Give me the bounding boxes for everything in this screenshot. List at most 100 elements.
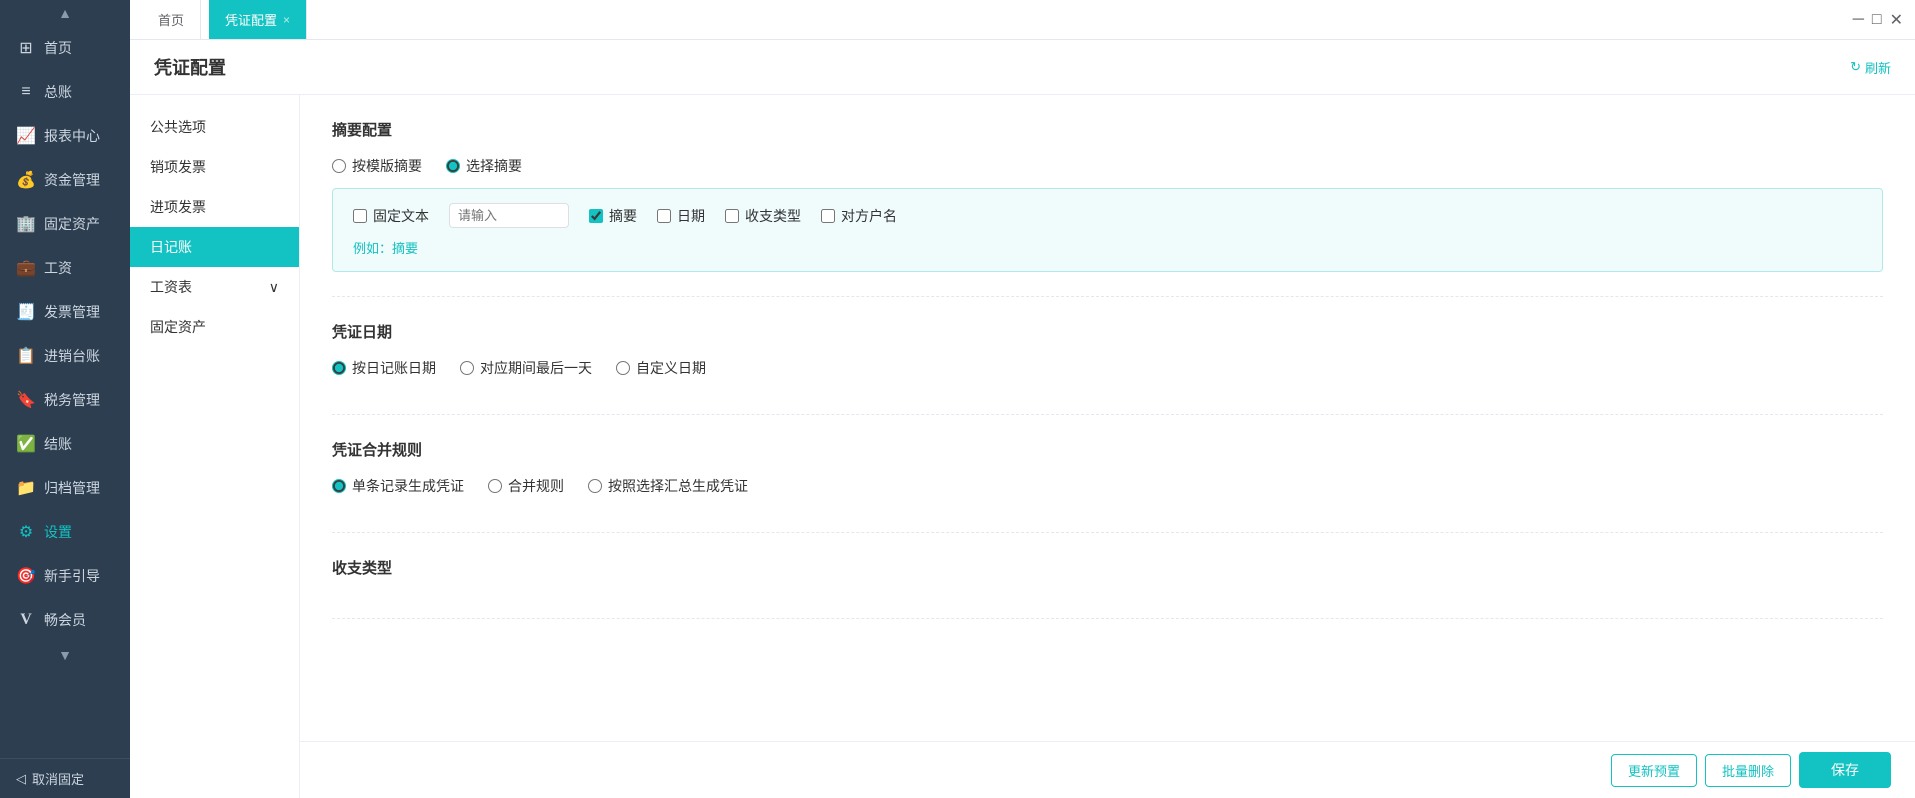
- fund-icon: 💰: [16, 170, 36, 190]
- summary-radio-group: 按模版摘要 选择摘要: [332, 156, 1883, 176]
- ledger-icon: ≡: [16, 83, 36, 101]
- income-type-section: 收支类型: [332, 557, 1883, 619]
- unpin-button[interactable]: ◁ 取消固定: [0, 758, 130, 798]
- sidebar-item-home[interactable]: ⊞ 首页: [0, 26, 130, 70]
- refresh-button[interactable]: ↻ 刷新: [1850, 58, 1891, 77]
- tab-voucher-config[interactable]: 凭证配置 ×: [209, 0, 307, 39]
- select-summary-radio[interactable]: 选择摘要: [446, 156, 522, 176]
- summary-checkbox[interactable]: 摘要: [589, 206, 637, 226]
- sidebar-scroll-down[interactable]: ▼: [0, 642, 130, 668]
- refresh-icon: ↻: [1850, 59, 1861, 75]
- voucher-date-section: 凭证日期 按日记账日期 对应期间最后一天 自定义日期: [332, 321, 1883, 415]
- merge-rule-option-input[interactable]: [488, 479, 502, 493]
- single-record-radio[interactable]: 单条记录生成凭证: [332, 476, 464, 496]
- income-type-checkbox[interactable]: 收支类型: [725, 206, 801, 226]
- date-cb-input[interactable]: [657, 209, 671, 223]
- summary-checkboxes: 固定文本 摘要 日期 收支类型: [353, 203, 1862, 228]
- save-button[interactable]: 保存: [1799, 752, 1891, 788]
- summary-generate-input[interactable]: [588, 479, 602, 493]
- salary-icon: 💼: [16, 258, 36, 278]
- sidebar-item-member[interactable]: V 畅会员: [0, 598, 130, 642]
- merge-rule-section: 凭证合并规则 单条记录生成凭证 合并规则 按照选择汇总生成凭证: [332, 439, 1883, 533]
- page-header: 凭证配置 ↻ 刷新: [130, 40, 1915, 95]
- nav-item-fixed-assets[interactable]: 固定资产: [130, 307, 299, 347]
- nav-item-input-invoice[interactable]: 进项发票: [130, 187, 299, 227]
- other-name-checkbox[interactable]: 对方户名: [821, 206, 897, 226]
- summary-example: 例如：摘要: [353, 238, 1862, 257]
- template-summary-input[interactable]: [332, 159, 346, 173]
- date-checkbox[interactable]: 日期: [657, 206, 705, 226]
- sidebar-item-report[interactable]: 📈 报表中心: [0, 114, 130, 158]
- single-record-input[interactable]: [332, 479, 346, 493]
- income-type-cb-input[interactable]: [725, 209, 739, 223]
- pin-icon: ◁: [16, 771, 26, 787]
- bottom-action-bar: 更新预置 批量删除 保存: [300, 741, 1915, 798]
- active-tab-label: 凭证配置: [225, 10, 277, 29]
- other-name-cb-input[interactable]: [821, 209, 835, 223]
- nav-item-public-options[interactable]: 公共选项: [130, 107, 299, 147]
- period-last-day-radio[interactable]: 对应期间最后一天: [460, 358, 592, 378]
- sidebar-item-checkout[interactable]: ✅ 结账: [0, 422, 130, 466]
- income-type-title: 收支类型: [332, 557, 1883, 578]
- sidebar-item-archive[interactable]: 📁 归档管理: [0, 466, 130, 510]
- sidebar: ▲ ⊞ 首页 ≡ 总账 📈 报表中心 💰 资金管理 🏢 固定资产 💼 工资 🧾 …: [0, 0, 130, 798]
- template-summary-radio[interactable]: 按模版摘要: [332, 156, 422, 176]
- sidebar-item-settings[interactable]: ⚙ 设置: [0, 510, 130, 554]
- sidebar-item-tax[interactable]: 🔖 税务管理: [0, 378, 130, 422]
- custom-date-input[interactable]: [616, 361, 630, 375]
- sidebar-item-fixed-asset[interactable]: 🏢 固定资产: [0, 202, 130, 246]
- sidebar-item-invoice[interactable]: 🧾 发票管理: [0, 290, 130, 334]
- settings-icon: ⚙: [16, 522, 36, 542]
- sidebar-item-guide[interactable]: 🎯 新手引导: [0, 554, 130, 598]
- select-summary-input[interactable]: [446, 159, 460, 173]
- sidebar-item-salary[interactable]: 💼 工资: [0, 246, 130, 290]
- tab-actions: ─ □ ✕: [1853, 10, 1903, 30]
- period-last-day-input[interactable]: [460, 361, 474, 375]
- home-icon: ⊞: [16, 38, 36, 58]
- fixed-asset-icon: 🏢: [16, 214, 36, 234]
- custom-date-radio[interactable]: 自定义日期: [616, 358, 706, 378]
- report-icon: 📈: [16, 126, 36, 146]
- nav-item-journal[interactable]: 日记账: [130, 227, 299, 267]
- tab-bar: 首页 凭证配置 × ─ □ ✕: [130, 0, 1915, 40]
- update-preset-button[interactable]: 更新预置: [1611, 754, 1697, 787]
- summary-generate-radio[interactable]: 按照选择汇总生成凭证: [588, 476, 748, 496]
- fixed-text-field[interactable]: [449, 203, 569, 228]
- tax-icon: 🔖: [16, 390, 36, 410]
- fixed-text-checkbox[interactable]: 固定文本: [353, 206, 429, 226]
- tab-home[interactable]: 首页: [142, 0, 201, 39]
- voucher-date-radio-group: 按日记账日期 对应期间最后一天 自定义日期: [332, 358, 1883, 378]
- nav-item-payroll[interactable]: 工资表 ∨: [130, 267, 299, 307]
- fixed-text-input[interactable]: [353, 209, 367, 223]
- batch-delete-button[interactable]: 批量删除: [1705, 754, 1791, 787]
- sidebar-item-fund[interactable]: 💰 资金管理: [0, 158, 130, 202]
- purchase-sales-icon: 📋: [16, 346, 36, 366]
- page-title: 凭证配置: [154, 54, 226, 80]
- minimize-button[interactable]: ─: [1853, 11, 1864, 29]
- content-area: 公共选项 销项发票 进项发票 日记账 工资表 ∨ 固定资产 摘要配置: [130, 95, 1915, 798]
- payroll-expand-icon: ∨: [269, 279, 279, 296]
- merge-rule-option-radio[interactable]: 合并规则: [488, 476, 564, 496]
- sidebar-item-purchase-sales[interactable]: 📋 进销台账: [0, 334, 130, 378]
- close-window-button[interactable]: ✕: [1890, 10, 1903, 30]
- nav-item-sales-invoice[interactable]: 销项发票: [130, 147, 299, 187]
- merge-rule-radio-group: 单条记录生成凭证 合并规则 按照选择汇总生成凭证: [332, 476, 1883, 496]
- voucher-date-title: 凭证日期: [332, 321, 1883, 342]
- journal-date-radio[interactable]: 按日记账日期: [332, 358, 436, 378]
- member-icon: V: [16, 611, 36, 629]
- home-tab-label: 首页: [158, 10, 184, 29]
- maximize-button[interactable]: □: [1872, 11, 1882, 29]
- summary-section: 摘要配置 按模版摘要 选择摘要 固定文本: [332, 119, 1883, 297]
- summary-cb-input[interactable]: [589, 209, 603, 223]
- merge-rule-title: 凭证合并规则: [332, 439, 1883, 460]
- journal-date-input[interactable]: [332, 361, 346, 375]
- main-area: 首页 凭证配置 × ─ □ ✕ 凭证配置 ↻ 刷新 公共选项 销项发票: [130, 0, 1915, 798]
- sidebar-item-ledger[interactable]: ≡ 总账: [0, 70, 130, 114]
- summary-options-box: 固定文本 摘要 日期 收支类型: [332, 188, 1883, 272]
- sidebar-scroll-up[interactable]: ▲: [0, 0, 130, 26]
- archive-icon: 📁: [16, 478, 36, 498]
- summary-section-title: 摘要配置: [332, 119, 1883, 140]
- right-content: 摘要配置 按模版摘要 选择摘要 固定文本: [300, 95, 1915, 798]
- invoice-icon: 🧾: [16, 302, 36, 322]
- tab-close-icon[interactable]: ×: [283, 13, 290, 27]
